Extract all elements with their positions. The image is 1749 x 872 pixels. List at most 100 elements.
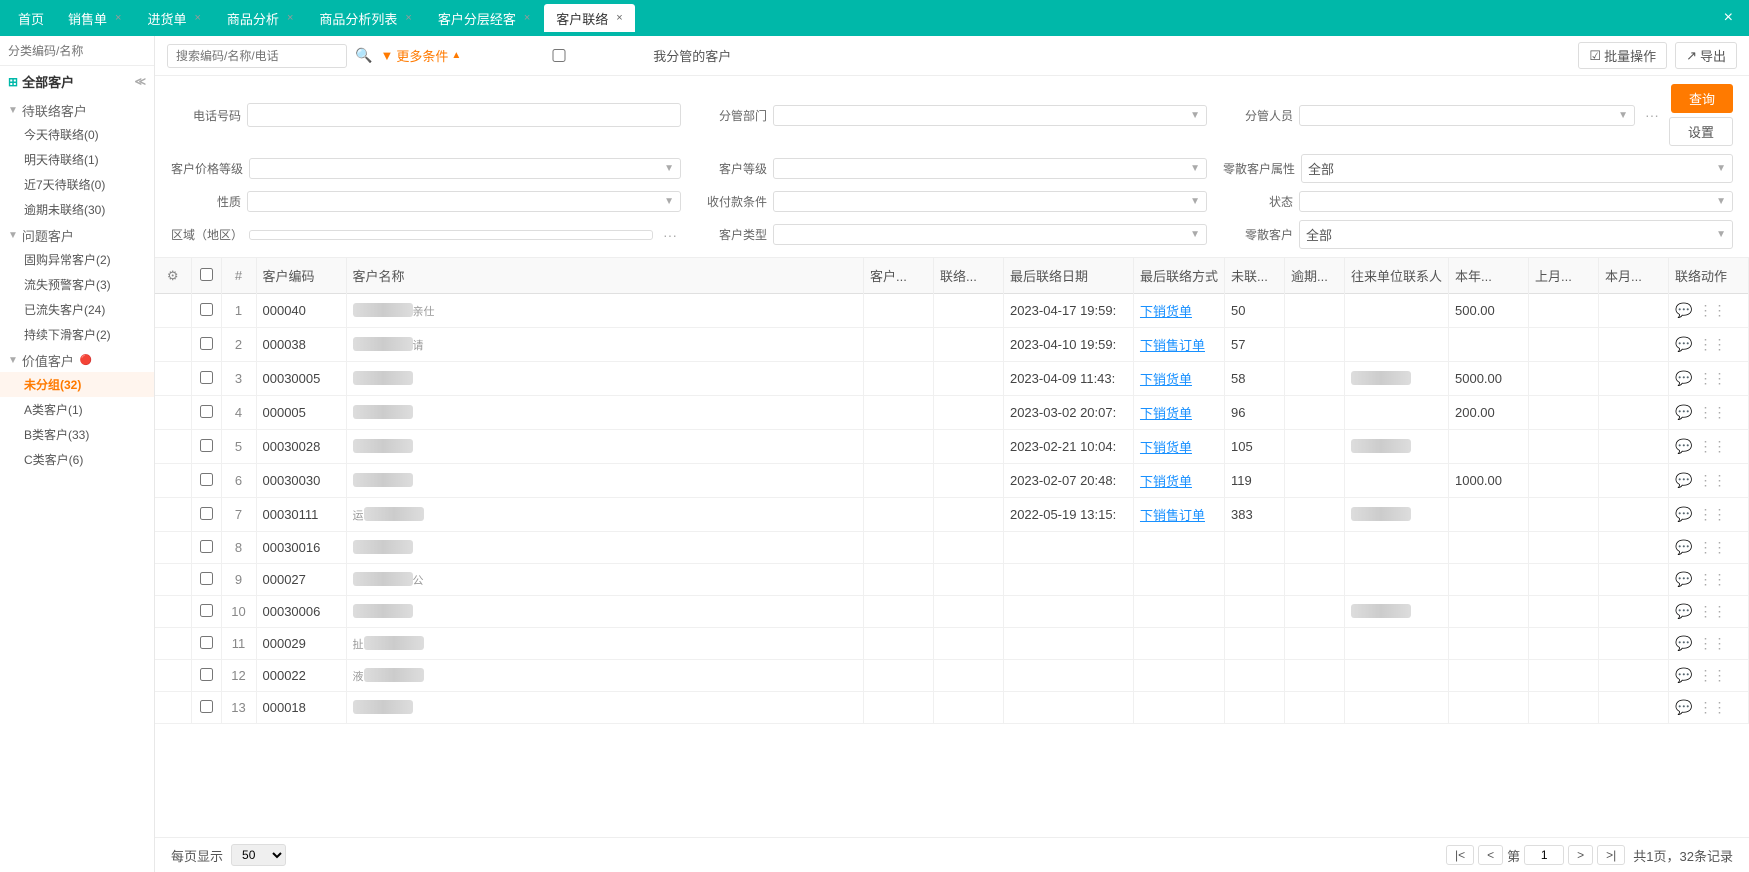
more-action-icon[interactable]: ⋮⋮ xyxy=(1698,667,1726,684)
close-product-analysis-tab-icon[interactable]: × xyxy=(287,12,293,24)
row-checkbox[interactable] xyxy=(200,668,213,681)
more-action-icon[interactable]: ⋮⋮ xyxy=(1698,539,1726,556)
close-product-list-tab-icon[interactable]: × xyxy=(405,12,411,24)
last-method-link[interactable]: 下销货单 xyxy=(1140,440,1192,455)
last-method-link[interactable]: 下销售订单 xyxy=(1140,508,1205,523)
nav-tab-customer-contact[interactable]: 客户联络 × xyxy=(544,4,634,32)
manager-more-button[interactable]: ··· xyxy=(1641,107,1663,123)
filter-price-level-select[interactable]: ▼ xyxy=(249,158,681,179)
sidebar-group-pending-contact[interactable]: ▼ 待联络客户 xyxy=(0,97,154,122)
name-column-header[interactable]: 客户名称 xyxy=(346,258,863,294)
last-date-column-header[interactable]: 最后联络日期 xyxy=(1003,258,1133,294)
sidebar-item-lost[interactable]: 已流失客户(24) xyxy=(0,297,154,322)
sidebar-search-input[interactable] xyxy=(8,44,155,58)
filter-region-select[interactable] xyxy=(249,230,653,240)
row-checkbox[interactable] xyxy=(200,572,213,585)
sidebar-item-tomorrow-pending[interactable]: 明天待联络(1) xyxy=(0,147,154,172)
contact-icon[interactable]: 💬 xyxy=(1675,302,1692,319)
per-page-select[interactable]: 50 20 100 xyxy=(231,844,286,866)
last-method-link[interactable]: 下销货单 xyxy=(1140,474,1192,489)
nav-home[interactable]: 首页 xyxy=(8,9,54,28)
last-page-button[interactable]: >| xyxy=(1597,845,1625,865)
more-action-icon[interactable]: ⋮⋮ xyxy=(1698,699,1726,716)
last-month-column-header[interactable]: 上月... xyxy=(1529,258,1599,294)
export-button[interactable]: ↗ 导出 xyxy=(1675,42,1737,69)
nav-tab-product-analysis[interactable]: 商品分析 × xyxy=(215,4,305,32)
more-action-icon[interactable]: ⋮⋮ xyxy=(1698,404,1726,421)
contact-icon[interactable]: 💬 xyxy=(1675,699,1692,716)
prev-page-button[interactable]: < xyxy=(1478,845,1503,865)
search-input[interactable] xyxy=(167,44,347,68)
last-method-link[interactable]: 下销货单 xyxy=(1140,372,1192,387)
checkbox-column-header[interactable] xyxy=(191,258,221,294)
row-checkbox-cell[interactable] xyxy=(191,430,221,464)
sidebar-group-problem-customers[interactable]: ▼ 问题客户 xyxy=(0,222,154,247)
more-action-icon[interactable]: ⋮⋮ xyxy=(1698,370,1726,387)
more-action-icon[interactable]: ⋮⋮ xyxy=(1698,438,1726,455)
my-customers-checkbox[interactable]: 我分管的客户 xyxy=(469,46,731,65)
filter-search-icon[interactable]: 🔍 xyxy=(355,47,372,64)
filter-customer-level-select[interactable]: ▼ xyxy=(773,158,1207,179)
contact-icon[interactable]: 💬 xyxy=(1675,336,1692,353)
row-checkbox[interactable] xyxy=(200,540,213,553)
reset-button[interactable]: 设置 xyxy=(1669,117,1733,146)
page-number-input[interactable] xyxy=(1524,845,1564,865)
person-column-header[interactable]: 往来单位联系人 xyxy=(1344,258,1448,294)
contact-icon[interactable]: 💬 xyxy=(1675,506,1692,523)
row-checkbox-cell[interactable] xyxy=(191,628,221,660)
row-checkbox-cell[interactable] xyxy=(191,498,221,532)
close-customer-contact-tab-icon[interactable]: × xyxy=(616,12,622,24)
row-checkbox[interactable] xyxy=(200,604,213,617)
row-checkbox[interactable] xyxy=(200,473,213,486)
row-checkbox[interactable] xyxy=(200,371,213,384)
filter-dept-select[interactable]: ▼ xyxy=(773,105,1207,126)
code-column-header[interactable]: 客户编码 xyxy=(256,258,346,294)
contact-icon[interactable]: 💬 xyxy=(1675,438,1692,455)
contact-column-header[interactable]: 联络... xyxy=(933,258,1003,294)
row-checkbox-cell[interactable] xyxy=(191,294,221,328)
batch-operations-button[interactable]: ☑ 批量操作 xyxy=(1578,42,1667,69)
contact-icon[interactable]: 💬 xyxy=(1675,539,1692,556)
close-purchase-tab-icon[interactable]: × xyxy=(194,12,200,24)
nav-tab-product-list[interactable]: 商品分析列表 × xyxy=(307,4,423,32)
sidebar-collapse-icon[interactable]: ≪ xyxy=(134,75,146,88)
row-checkbox-cell[interactable] xyxy=(191,660,221,692)
sidebar-item-abnormal[interactable]: 固购异常客户(2) xyxy=(0,247,154,272)
row-checkbox[interactable] xyxy=(200,405,213,418)
contact-icon[interactable]: 💬 xyxy=(1675,571,1692,588)
filter-customer-type-select[interactable]: ▼ xyxy=(773,224,1207,245)
sidebar-item-overdue-pending[interactable]: 逾期未联络(30) xyxy=(0,197,154,222)
this-month-column-header[interactable]: 本月... xyxy=(1599,258,1669,294)
filter-payment-select[interactable]: ▼ xyxy=(773,191,1207,212)
settings-icon[interactable]: ⚙ xyxy=(167,268,179,283)
row-checkbox-cell[interactable] xyxy=(191,692,221,724)
contact-icon[interactable]: 💬 xyxy=(1675,370,1692,387)
sidebar-item-churn-warning[interactable]: 流失预警客户(3) xyxy=(0,272,154,297)
row-checkbox-cell[interactable] xyxy=(191,396,221,430)
row-checkbox-cell[interactable] xyxy=(191,532,221,564)
sidebar-item-class-c[interactable]: C类客户(6) xyxy=(0,447,154,472)
more-action-icon[interactable]: ⋮⋮ xyxy=(1698,302,1726,319)
sidebar-item-class-b[interactable]: B类客户(33) xyxy=(0,422,154,447)
contact-icon[interactable]: 💬 xyxy=(1675,603,1692,620)
more-action-icon[interactable]: ⋮⋮ xyxy=(1698,571,1726,588)
sidebar-item-today-pending[interactable]: 今天待联络(0) xyxy=(0,122,154,147)
row-checkbox[interactable] xyxy=(200,439,213,452)
more-action-icon[interactable]: ⋮⋮ xyxy=(1698,506,1726,523)
contact-icon[interactable]: 💬 xyxy=(1675,635,1692,652)
sidebar-item-7day-pending[interactable]: 近7天待联络(0) xyxy=(0,172,154,197)
contact-icon[interactable]: 💬 xyxy=(1675,667,1692,684)
region-more-button[interactable]: ··· xyxy=(659,227,681,243)
sidebar-all-customers-header[interactable]: ⊞ 全部客户 ≪ xyxy=(0,66,154,97)
filter-nature-select[interactable]: ▼ xyxy=(247,191,681,212)
row-checkbox[interactable] xyxy=(200,507,213,520)
filter-manager-select[interactable]: ▼ xyxy=(1299,105,1635,126)
my-customers-checkbox-input[interactable] xyxy=(469,49,649,62)
close-customer-segment-tab-icon[interactable]: × xyxy=(524,12,530,24)
filter-scatter-attr-select[interactable]: 全部 ▼ xyxy=(1301,154,1733,183)
no-contact-column-header[interactable]: 未联... xyxy=(1224,258,1284,294)
close-sales-tab-icon[interactable]: × xyxy=(115,12,121,24)
overdue-column-header[interactable]: 逾期... xyxy=(1284,258,1344,294)
sidebar-item-class-a[interactable]: A类客户(1) xyxy=(0,397,154,422)
sidebar-group-value-customers[interactable]: ▼ 价值客户 🔴 xyxy=(0,347,154,372)
